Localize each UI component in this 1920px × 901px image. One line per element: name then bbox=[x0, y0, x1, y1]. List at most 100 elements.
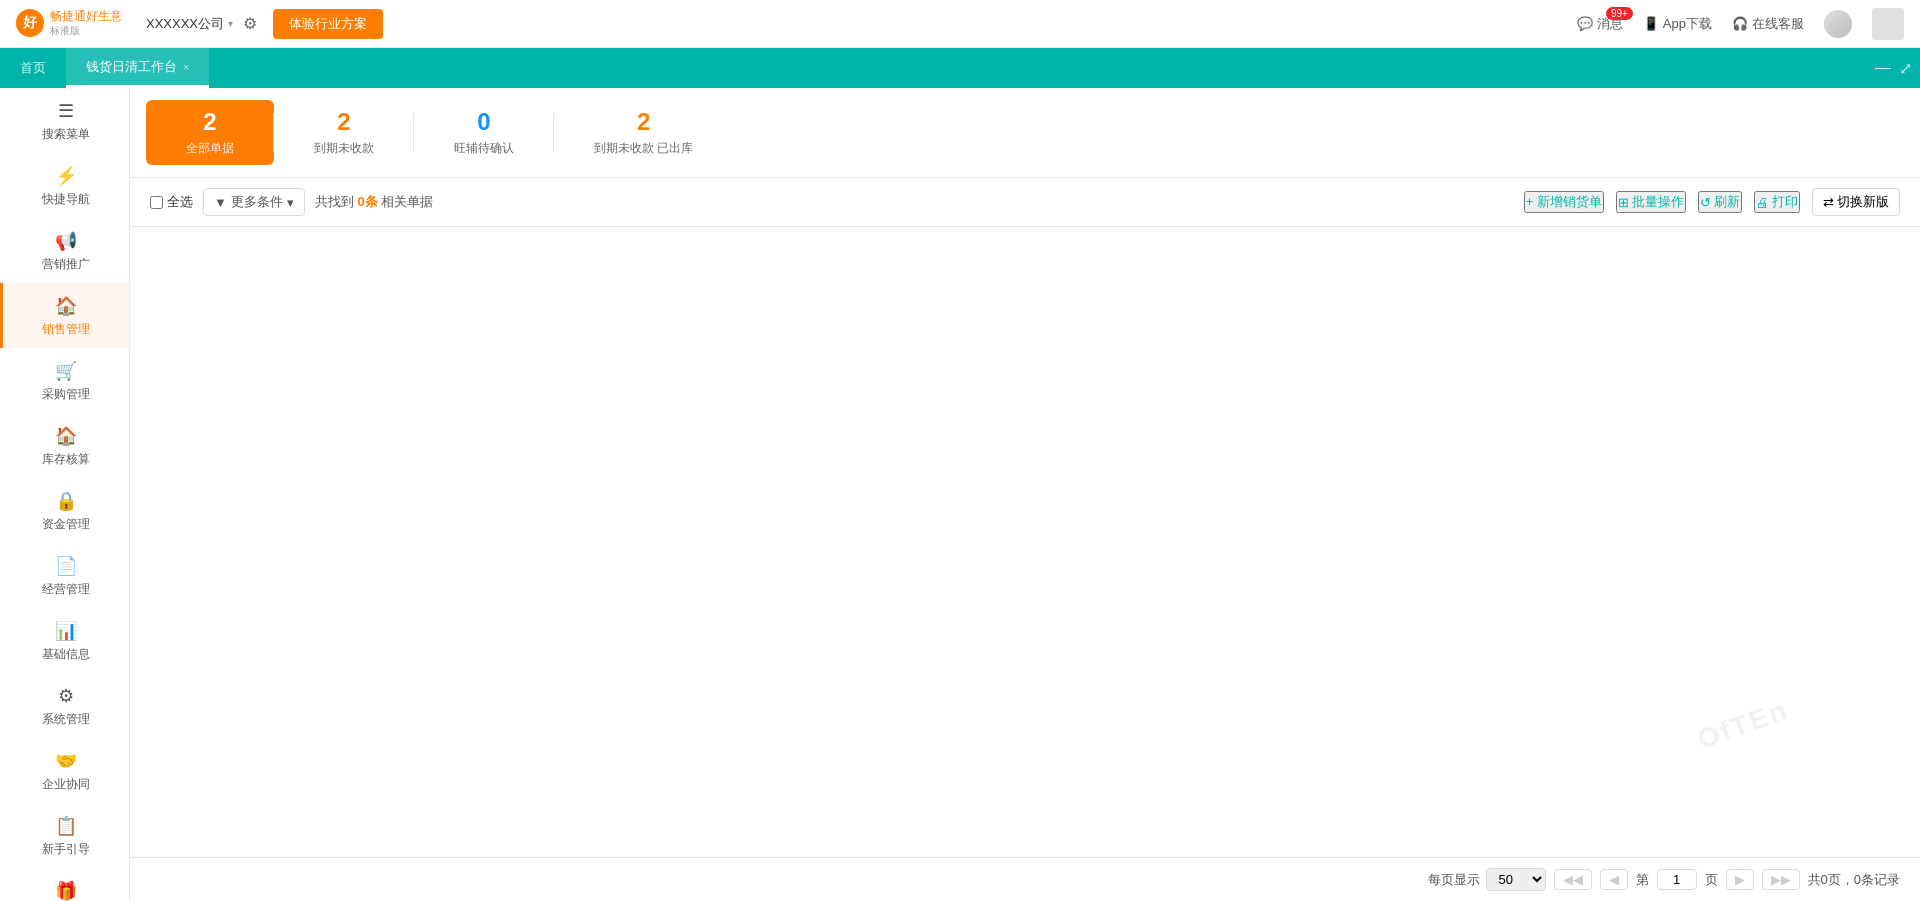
select-all-label: 全选 bbox=[167, 193, 193, 211]
print-label: 打印 bbox=[1772, 193, 1798, 211]
service-label: 在线客服 bbox=[1752, 15, 1804, 33]
sidebar-item-marketing[interactable]: 📢 营销推广 bbox=[0, 218, 129, 283]
first-page-button[interactable]: ◀◀ bbox=[1554, 869, 1592, 890]
stats-row: 2 全部单据 2 到期未收款 0 旺辅待确认 2 到期未收款 已出库 bbox=[130, 88, 1920, 178]
sidebar-item-guide-label: 新手引导 bbox=[42, 841, 90, 858]
filter-arrow-icon: ▾ bbox=[287, 195, 294, 210]
table-area bbox=[130, 227, 1920, 857]
basic-icon: 📊 bbox=[55, 620, 77, 642]
refresh-icon: ↺ bbox=[1700, 195, 1711, 210]
switch-version-button[interactable]: ⇄ 切换新版 bbox=[1812, 188, 1900, 216]
logo-icon: 好 bbox=[16, 9, 44, 37]
company-name: XXXXXX公司 bbox=[146, 15, 224, 33]
finance-icon: 🔒 bbox=[55, 490, 77, 512]
appcenter-icon: 🎁 bbox=[55, 880, 77, 901]
stat-card-wangwang[interactable]: 0 旺辅待确认 bbox=[414, 100, 554, 165]
filter-label: 更多条件 bbox=[231, 193, 283, 211]
sidebar-item-inventory-label: 库存核算 bbox=[42, 451, 90, 468]
topbar-right: 💬 消息 99+ 📱 App下载 🎧 在线客服 bbox=[1577, 8, 1904, 40]
sidebar-item-purchase-label: 采购管理 bbox=[42, 386, 90, 403]
print-button[interactable]: 🖨 打印 bbox=[1754, 191, 1800, 213]
inventory-icon: 🏠 bbox=[55, 425, 77, 447]
search-menu-icon: ☰ bbox=[58, 100, 74, 122]
found-prefix: 共找到 bbox=[315, 194, 354, 209]
sidebar-item-quicknav[interactable]: ⚡ 快捷导航 bbox=[0, 153, 129, 218]
tab-workspace[interactable]: 钱货日清工作台 × bbox=[66, 48, 209, 88]
toolbar-right: + 新增销货单 ⊞ 批量操作 ↺ 刷新 🖨 打印 ⇄ 切换新版 bbox=[1524, 188, 1900, 216]
sidebar: ☰ 搜索菜单 ⚡ 快捷导航 📢 营销推广 🏠 销售管理 🛒 采购管理 🏠 库存核… bbox=[0, 88, 130, 901]
sidebar-item-appcenter[interactable]: 🎁 应用中心 bbox=[0, 868, 129, 901]
marketing-icon: 📢 bbox=[55, 230, 77, 252]
sidebar-item-search-label: 搜索菜单 bbox=[42, 126, 90, 143]
stat-card-all[interactable]: 2 全部单据 bbox=[146, 100, 274, 165]
purchase-icon: 🛒 bbox=[55, 360, 77, 382]
stat-overdue-shipped-label: 到期未收款 已出库 bbox=[594, 140, 693, 157]
switch-label: 切换新版 bbox=[1837, 193, 1889, 211]
sidebar-item-system[interactable]: ⚙ 系统管理 bbox=[0, 673, 129, 738]
batch-button[interactable]: ⊞ 批量操作 bbox=[1616, 191, 1686, 213]
sidebar-item-enterprise-label: 企业协同 bbox=[42, 776, 90, 793]
sidebar-item-inventory[interactable]: 🏠 库存核算 bbox=[0, 413, 129, 478]
sidebar-item-sales[interactable]: 🏠 销售管理 bbox=[0, 283, 129, 348]
stat-wangwang-label: 旺辅待确认 bbox=[454, 140, 514, 157]
found-suffix: 相关单据 bbox=[381, 194, 433, 209]
sidebar-item-enterprise[interactable]: 🤝 企业协同 bbox=[0, 738, 129, 803]
online-service-button[interactable]: 🎧 在线客服 bbox=[1732, 15, 1804, 33]
topbar: 好 畅捷通好生意 标准版 XXXXXX公司 ▾ ⚙ 体验行业方案 💬 消息 99… bbox=[0, 0, 1920, 48]
filter-button[interactable]: ▼ 更多条件 ▾ bbox=[203, 188, 305, 216]
tab-close-icon[interactable]: × bbox=[183, 61, 189, 73]
service-icon: 🎧 bbox=[1732, 16, 1748, 31]
logo-text-area: 畅捷通好生意 标准版 bbox=[50, 9, 122, 37]
stat-overdue-num: 2 bbox=[337, 108, 350, 136]
guide-icon: 📋 bbox=[55, 815, 77, 837]
system-icon: ⚙ bbox=[58, 685, 74, 707]
select-all-checkbox[interactable]: 全选 bbox=[150, 193, 193, 211]
stat-all-num: 2 bbox=[203, 108, 216, 136]
sidebar-item-guide[interactable]: 📋 新手引导 bbox=[0, 803, 129, 868]
tab-minimize-button[interactable]: — bbox=[1875, 59, 1891, 77]
page-input[interactable] bbox=[1657, 869, 1697, 890]
found-count: 0条 bbox=[358, 194, 378, 209]
app-icon: 📱 bbox=[1643, 16, 1659, 31]
per-page-select[interactable]: 50 100 200 bbox=[1486, 868, 1546, 891]
sidebar-item-marketing-label: 营销推广 bbox=[42, 256, 90, 273]
page-suffix: 页 bbox=[1705, 871, 1718, 889]
sidebar-item-quicknav-label: 快捷导航 bbox=[42, 191, 90, 208]
nav-tabs: 首页 钱货日清工作台 × — ⤢ bbox=[0, 48, 1920, 88]
page-label: 第 bbox=[1636, 871, 1649, 889]
avatar2[interactable] bbox=[1872, 8, 1904, 40]
tab-home[interactable]: 首页 bbox=[0, 48, 66, 88]
app-label: App下载 bbox=[1663, 15, 1712, 33]
stat-wangwang-num: 0 bbox=[477, 108, 490, 136]
refresh-button[interactable]: ↺ 刷新 bbox=[1698, 191, 1742, 213]
sidebar-item-basic[interactable]: 📊 基础信息 bbox=[0, 608, 129, 673]
sidebar-item-finance[interactable]: 🔒 资金管理 bbox=[0, 478, 129, 543]
refresh-label: 刷新 bbox=[1714, 193, 1740, 211]
app-download-button[interactable]: 📱 App下载 bbox=[1643, 15, 1712, 33]
sidebar-item-sales-label: 销售管理 bbox=[42, 321, 90, 338]
sidebar-item-operations[interactable]: 📄 经营管理 bbox=[0, 543, 129, 608]
company-selector[interactable]: XXXXXX公司 ▾ bbox=[146, 15, 233, 33]
next-page-button[interactable]: ▶ bbox=[1726, 869, 1754, 890]
pagination: 每页显示 50 100 200 ◀◀ ◀ 第 页 ▶ ▶▶ 共0页，0条记录 bbox=[130, 857, 1920, 901]
stat-card-overdue-shipped[interactable]: 2 到期未收款 已出库 bbox=[554, 100, 733, 165]
select-all-input[interactable] bbox=[150, 196, 163, 209]
settings-icon[interactable]: ⚙ bbox=[243, 14, 257, 33]
messages-button[interactable]: 💬 消息 99+ bbox=[1577, 15, 1623, 33]
add-order-button[interactable]: + 新增销货单 bbox=[1524, 191, 1604, 213]
stat-card-overdue[interactable]: 2 到期未收款 bbox=[274, 100, 414, 165]
total-label: 共0页，0条记录 bbox=[1808, 871, 1900, 889]
tab-maximize-button[interactable]: ⤢ bbox=[1899, 59, 1912, 78]
avatar[interactable] bbox=[1824, 10, 1852, 38]
last-page-button[interactable]: ▶▶ bbox=[1762, 869, 1800, 890]
trial-button[interactable]: 体验行业方案 bbox=[273, 9, 383, 39]
tab-home-label: 首页 bbox=[20, 59, 46, 77]
sidebar-item-search[interactable]: ☰ 搜索菜单 bbox=[0, 88, 129, 153]
avatar-image bbox=[1824, 10, 1852, 38]
sidebar-item-purchase[interactable]: 🛒 采购管理 bbox=[0, 348, 129, 413]
stat-overdue-shipped-num: 2 bbox=[637, 108, 650, 136]
operations-icon: 📄 bbox=[55, 555, 77, 577]
filter-icon: ▼ bbox=[214, 195, 227, 210]
prev-page-button[interactable]: ◀ bbox=[1600, 869, 1628, 890]
print-icon: 🖨 bbox=[1756, 195, 1769, 210]
